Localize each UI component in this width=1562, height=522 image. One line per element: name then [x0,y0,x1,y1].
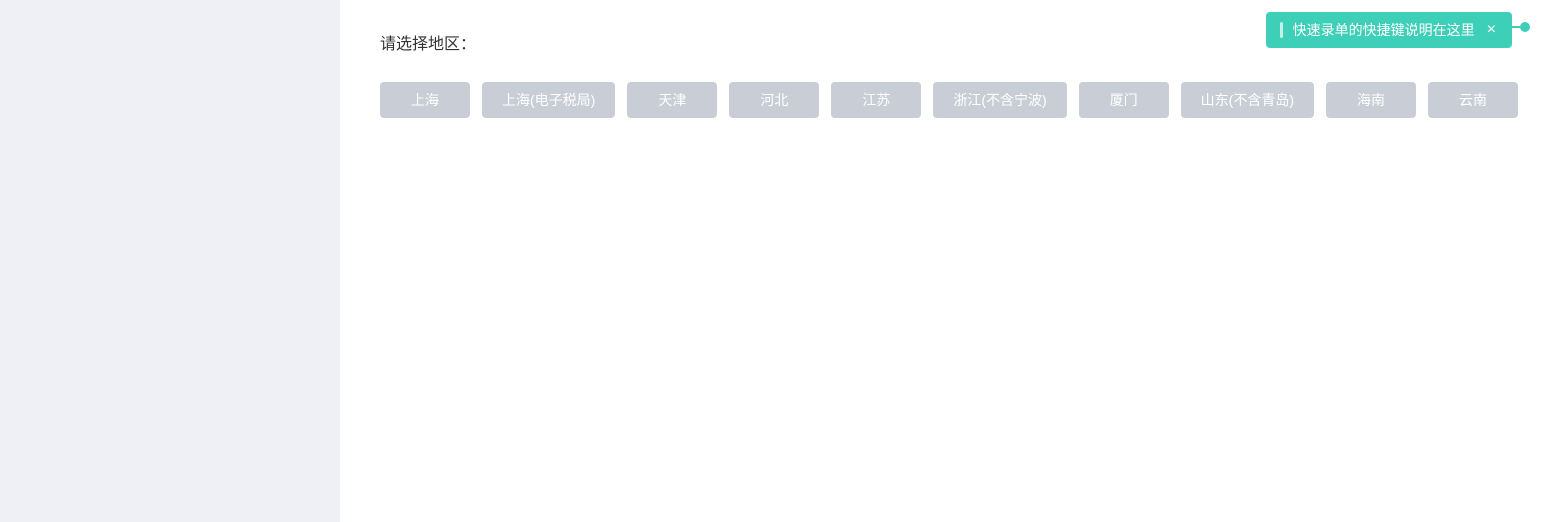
region-button-shanghai-etax[interactable]: 上海(电子税局) [482,82,615,118]
region-button-hainan[interactable]: 海南 [1326,82,1416,118]
tooltip-connector-dot [1520,22,1530,32]
region-button-hebei[interactable]: 河北 [729,82,819,118]
region-buttons: 上海上海(电子税局) 天津河北江苏浙江(不含宁波) 厦门山东(不含青岛) 海南云南 [380,82,1522,118]
tooltip-connector-line [1510,26,1520,28]
tooltip-banner: 快速录单的快捷键说明在这里 × [1266,12,1512,48]
tooltip-text: 快速录单的快捷键说明在这里 [1293,20,1475,40]
tooltip-close-button[interactable]: × [1485,22,1498,38]
region-button-yunnan[interactable]: 云南 [1428,82,1518,118]
region-button-jiangsu[interactable]: 江苏 [831,82,921,118]
tooltip-bar [1280,22,1283,38]
main-content: 请选择地区： 上海上海(电子税局)天津河北江苏浙江(不含宁波)厦门山东(不含青岛… [340,0,1562,522]
region-button-shandong[interactable]: 山东(不含青岛) [1181,82,1314,118]
left-sidebar [0,0,340,522]
region-button-zhejiang[interactable]: 浙江(不含宁波) [933,82,1066,118]
region-button-tianjin[interactable]: 天津 [627,82,717,118]
region-button-xiamen[interactable]: 厦门 [1079,82,1169,118]
region-button-shanghai[interactable]: 上海 [380,82,470,118]
